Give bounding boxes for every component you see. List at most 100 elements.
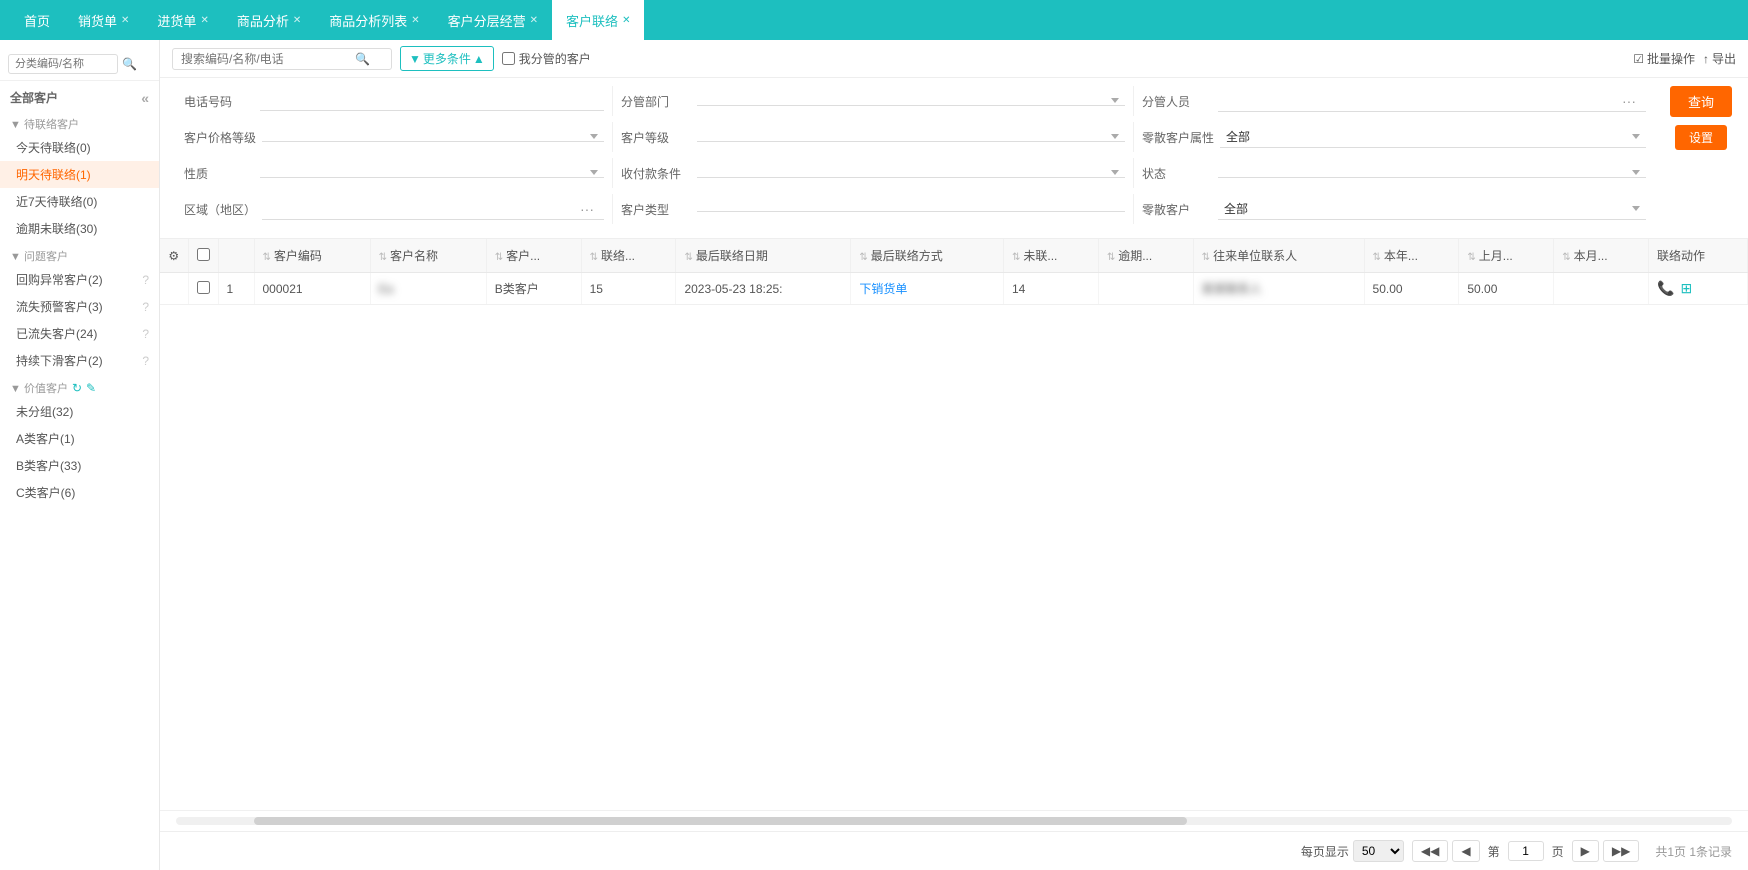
filter-person-select[interactable]: ···	[1218, 91, 1646, 112]
th-last-contact-date[interactable]: ⇅最后联络日期	[676, 239, 851, 273]
first-page-button[interactable]: ◀◀	[1412, 840, 1448, 862]
sidebar-item-type-b[interactable]: B类客户(33)	[0, 452, 159, 479]
search-submit-icon[interactable]: 🔍	[355, 52, 370, 66]
prev-page-button[interactable]: ◀	[1452, 840, 1479, 862]
filter-person-dots[interactable]: ···	[1618, 93, 1640, 109]
all-customers-section[interactable]: 全部客户 «	[0, 81, 159, 110]
nav-product-analysis-list[interactable]: 商品分析列表 ✕	[315, 0, 433, 40]
th-checkbox	[188, 239, 218, 273]
filter-nature-select[interactable]	[260, 168, 604, 178]
more-filter-button[interactable]: ▼ 更多条件 ▲	[400, 46, 494, 71]
edit-icon[interactable]: ✎	[86, 381, 96, 395]
row-checkbox-1[interactable]	[197, 281, 210, 294]
th-uncontacted[interactable]: ⇅未联...	[1003, 239, 1098, 273]
next-page-button[interactable]: ▶	[1572, 840, 1599, 862]
filter-payment-select[interactable]	[697, 168, 1125, 178]
filter-phone-label: 电话号码	[184, 93, 254, 110]
my-customer-checkbox-area[interactable]: 我分管的客户	[502, 50, 591, 67]
sidebar-item-type-a[interactable]: A类客户(1)	[0, 425, 159, 452]
nav-close-product-analysis-list[interactable]: ✕	[411, 15, 419, 26]
nav-home[interactable]: 首页	[10, 0, 64, 40]
sidebar-item-type-c[interactable]: C类客户(6)	[0, 479, 159, 506]
main-layout: 🔍 全部客户 « ▼ 待联络客户 今天待联络(0) 明天待联络(1) 近7天待联…	[0, 40, 1748, 870]
th-unit-contact[interactable]: ⇅往来单位联系人	[1193, 239, 1364, 273]
table-header-row: ⚙ ⇅客户编码 ⇅客户名称 ⇅客户... ⇅联络... ⇅最后联络日期 ⇅最后联…	[160, 239, 1748, 273]
th-contact[interactable]: ⇅联络...	[581, 239, 676, 273]
sidebar-item-repurchase-abnormal[interactable]: 回购异常客户(2) ?	[0, 266, 159, 293]
horizontal-scrollbar-thumb[interactable]	[254, 817, 1188, 825]
refresh-icon[interactable]: ↻	[72, 381, 82, 395]
set-button[interactable]: 设置	[1675, 125, 1727, 150]
filter-status-label: 状态	[1142, 165, 1212, 182]
sidebar-item-lost[interactable]: 已流失客户(24) ?	[0, 320, 159, 347]
all-customers-label: 全部客户	[10, 89, 58, 106]
search-box: 🔍	[172, 48, 392, 70]
filter-row-1: 电话号码 分管部门 分管人员	[176, 86, 1654, 116]
sort-icon-overdue: ⇅	[1107, 252, 1115, 263]
action-icons: 📞 ⊞	[1657, 280, 1739, 297]
sidebar-search-icon[interactable]: 🔍	[122, 57, 137, 71]
select-all-checkbox[interactable]	[197, 248, 210, 261]
nav-customer-segmentation[interactable]: 客户分层经营 ✕	[434, 0, 552, 40]
sidebar-item-overdue-contact[interactable]: 逾期未联络(30)	[0, 215, 159, 242]
batch-operation-button[interactable]: ☑ 批量操作	[1633, 50, 1695, 67]
th-last-contact-method[interactable]: ⇅最后联络方式	[851, 239, 1004, 273]
horizontal-scrollbar[interactable]	[176, 817, 1732, 825]
td-checkbox	[188, 273, 218, 305]
sidebar-search-input[interactable]	[8, 54, 118, 74]
th-name[interactable]: ⇅客户名称	[370, 239, 486, 273]
sidebar-item-ungrouped[interactable]: 未分组(32)	[0, 398, 159, 425]
sidebar-item-today-contact[interactable]: 今天待联络(0)	[0, 134, 159, 161]
sidebar-item-tomorrow-contact[interactable]: 明天待联络(1)	[0, 161, 159, 188]
th-last-month[interactable]: ⇅上月...	[1459, 239, 1554, 273]
filter-area-select[interactable]: ···	[262, 199, 604, 220]
nav-product-analysis[interactable]: 商品分析 ✕	[223, 0, 315, 40]
action-grid-icon[interactable]: ⊞	[1680, 280, 1692, 297]
filter-dept-select[interactable]	[697, 96, 1125, 106]
nav-purchase-order[interactable]: 进货单 ✕	[143, 0, 222, 40]
export-button[interactable]: ↑ 导出	[1703, 50, 1736, 67]
filter-type-select[interactable]	[697, 207, 1125, 212]
nav-close-purchase-order[interactable]: ✕	[200, 15, 208, 26]
filter-customer-level: 客户等级	[613, 125, 1133, 150]
sidebar-item-lost-warning[interactable]: 流失预警客户(3) ?	[0, 293, 159, 320]
sort-icon-name: ⇅	[379, 252, 387, 263]
th-this-month[interactable]: ⇅本月...	[1554, 239, 1649, 273]
nav-close-product-analysis[interactable]: ✕	[293, 15, 301, 26]
filter-retail-attr-select[interactable]: 全部	[1220, 126, 1646, 148]
th-type[interactable]: ⇅客户...	[486, 239, 581, 273]
sidebar-item-7days-contact[interactable]: 近7天待联络(0)	[0, 188, 159, 215]
th-code[interactable]: ⇅客户编码	[254, 239, 370, 273]
td-last-contact-date: 2023-05-23 18:25:	[676, 273, 851, 305]
filter-status-select[interactable]	[1218, 168, 1646, 178]
th-this-year[interactable]: ⇅本年...	[1364, 239, 1459, 273]
per-page-select[interactable]: 50 100	[1353, 840, 1404, 862]
question-icon-lost-warning: ?	[142, 300, 149, 314]
query-button[interactable]: 查询	[1670, 86, 1732, 117]
nav-sales-order[interactable]: 销货单 ✕	[64, 0, 143, 40]
last-page-button[interactable]: ▶▶	[1603, 840, 1639, 862]
td-last-contact-method: 下销货单	[851, 273, 1004, 305]
th-gear[interactable]: ⚙	[160, 239, 188, 273]
nav-customer-contact[interactable]: 客户联络 ✕	[552, 0, 644, 40]
td-unit-contact: 某某联系人	[1193, 273, 1364, 305]
filter-phone-input[interactable]	[260, 92, 604, 111]
nav-close-sales-order[interactable]: ✕	[121, 15, 129, 26]
sidebar-item-declining[interactable]: 持续下滑客户(2) ?	[0, 347, 159, 374]
content-area: 🔍 ▼ 更多条件 ▲ 我分管的客户 ☑ 批量操作 ↑ 导出	[160, 40, 1748, 870]
nav-close-customer-segmentation[interactable]: ✕	[530, 15, 538, 26]
filter-customer-level-select[interactable]	[697, 132, 1125, 142]
action-phone-icon[interactable]: 📞	[1657, 280, 1674, 297]
search-input[interactable]	[181, 52, 351, 66]
th-overdue[interactable]: ⇅逾期...	[1098, 239, 1193, 273]
filter-retail-customer-select[interactable]: 全部	[1218, 198, 1646, 220]
toolbar-right: ☑ 批量操作 ↑ 导出	[1633, 50, 1736, 67]
filter-area-dots[interactable]: ···	[576, 201, 598, 217]
filter-price-level-select[interactable]	[262, 132, 604, 142]
td-contact: 15	[581, 273, 676, 305]
last-contact-method-link[interactable]: 下销货单	[859, 282, 907, 296]
page-number-input[interactable]	[1508, 841, 1544, 861]
filter-retail-customer-value: 全部	[1224, 200, 1248, 217]
my-customer-checkbox[interactable]	[502, 52, 515, 65]
nav-close-customer-contact[interactable]: ✕	[622, 15, 630, 26]
